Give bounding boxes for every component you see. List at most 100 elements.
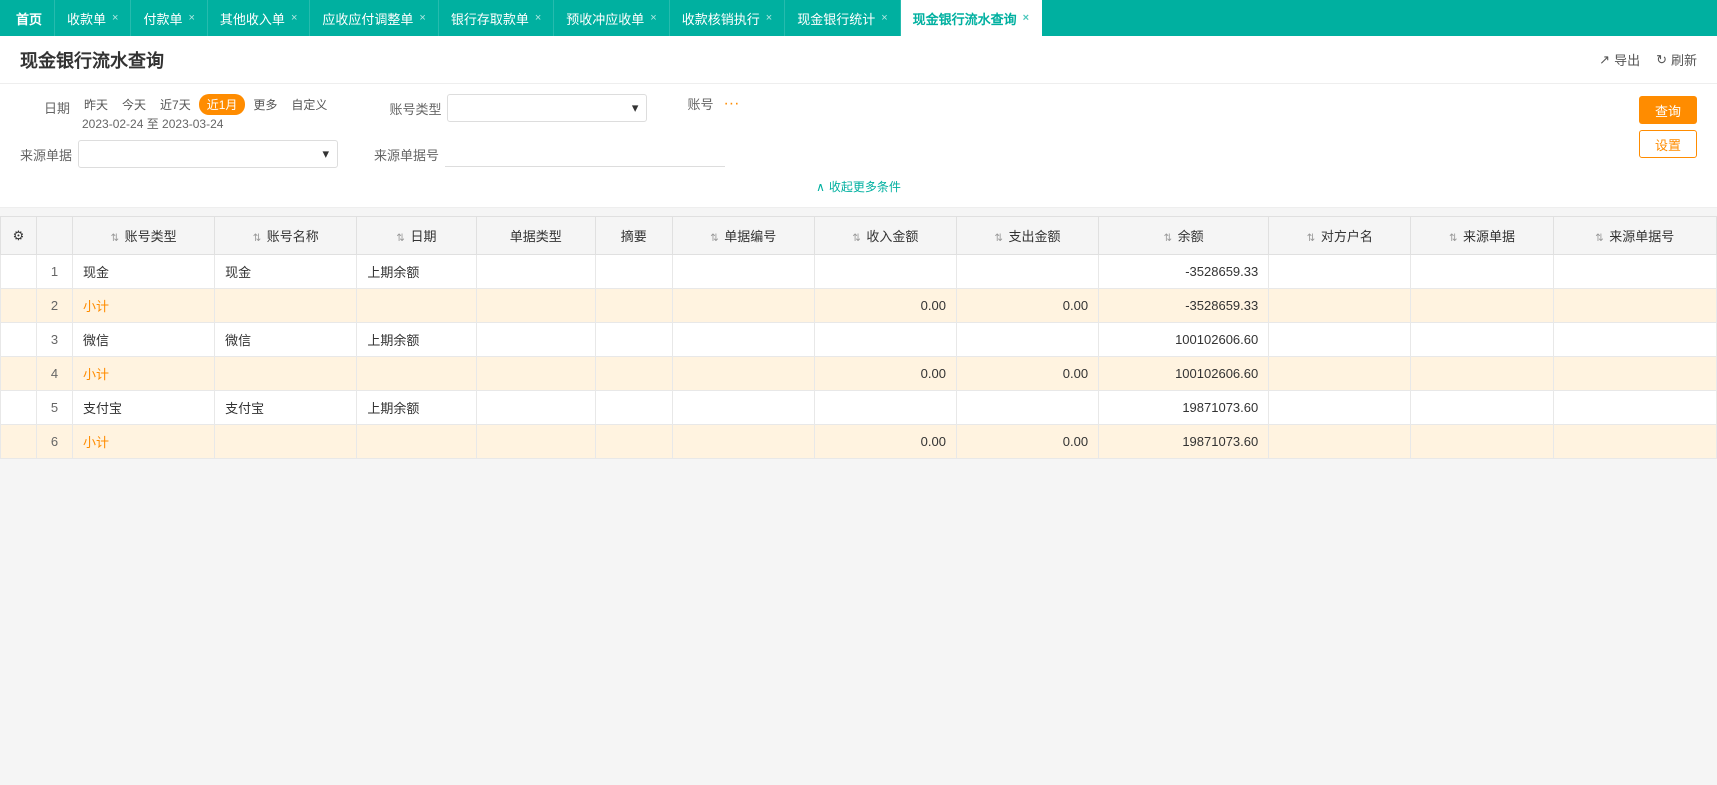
row-action-cell — [1, 255, 37, 289]
col-header-expense[interactable]: ⇅ 支出金额 — [956, 217, 1098, 255]
date-today[interactable]: 今天 — [116, 94, 152, 115]
table-row[interactable]: 5支付宝支付宝上期余额19871073.60 — [1, 391, 1717, 425]
nav-payment[interactable]: 付款单 × — [131, 0, 207, 36]
source-doc-no-cell — [1553, 255, 1716, 289]
balance-cell: 100102606.60 — [1099, 357, 1269, 391]
doc-no-cell — [672, 323, 814, 357]
row-num-cell: 3 — [37, 323, 73, 357]
nav-other-income[interactable]: 其他收入单 × — [208, 0, 310, 36]
source-doc-cell — [1411, 425, 1553, 459]
collapse-bar[interactable]: ∧ 收起更多条件 — [20, 174, 1697, 197]
query-button[interactable]: 查询 — [1639, 96, 1697, 124]
col-header-doc-no[interactable]: ⇅ 单据编号 — [672, 217, 814, 255]
doc-type-cell — [476, 357, 595, 391]
nav-home[interactable]: 首页 — [4, 0, 55, 36]
doc-no-cell — [672, 255, 814, 289]
account-type-cell: 小计 — [73, 289, 215, 323]
date-yesterday[interactable]: 昨天 — [78, 94, 114, 115]
table-row[interactable]: 6小计0.000.0019871073.60 — [1, 425, 1717, 459]
nav-writeoff[interactable]: 收款核销执行 × — [670, 0, 785, 36]
col-header-counterparty[interactable]: ⇅ 对方户名 — [1269, 217, 1411, 255]
settings-col-header[interactable]: ⚙ — [1, 217, 37, 255]
account-type-cell: 小计 — [73, 357, 215, 391]
account-type-cell: 支付宝 — [73, 391, 215, 425]
date-cell — [357, 425, 476, 459]
sort-icon: ⇅ — [1595, 233, 1603, 244]
col-header-source-doc[interactable]: ⇅ 来源单据 — [1411, 217, 1553, 255]
date-custom[interactable]: 自定义 — [285, 94, 333, 115]
page-header: 现金银行流水查询 ↗ 导出 ↻ 刷新 — [0, 36, 1717, 84]
date-7days[interactable]: 近7天 — [154, 94, 197, 115]
close-icon[interactable]: × — [881, 12, 887, 24]
close-icon[interactable]: × — [535, 12, 541, 24]
date-more[interactable]: 更多 — [247, 94, 283, 115]
nav-advance[interactable]: 预收冲应收单 × — [554, 0, 669, 36]
row-action-cell — [1, 357, 37, 391]
account-name-cell — [215, 425, 357, 459]
export-icon: ↗ — [1599, 52, 1610, 68]
income-cell — [814, 323, 956, 357]
summary-cell — [595, 425, 672, 459]
col-header-date[interactable]: ⇅ 日期 — [357, 217, 476, 255]
col-header-source-doc-no[interactable]: ⇅ 来源单据号 — [1553, 217, 1716, 255]
close-icon[interactable]: × — [766, 12, 772, 24]
close-icon[interactable]: × — [1023, 12, 1029, 24]
summary-cell — [595, 255, 672, 289]
table-row[interactable]: 1现金现金上期余额-3528659.33 — [1, 255, 1717, 289]
sort-icon: ⇅ — [995, 233, 1003, 244]
table-row[interactable]: 2小计0.000.00-3528659.33 — [1, 289, 1717, 323]
counterparty-cell — [1269, 289, 1411, 323]
col-header-account-name[interactable]: ⇅ 账号名称 — [215, 217, 357, 255]
account-name-cell — [215, 357, 357, 391]
close-icon[interactable]: × — [419, 12, 425, 24]
row-action-cell — [1, 323, 37, 357]
income-cell — [814, 391, 956, 425]
doc-type-cell — [476, 391, 595, 425]
source-doc-no-cell — [1553, 323, 1716, 357]
account-name-cell: 现金 — [215, 255, 357, 289]
close-icon[interactable]: × — [291, 12, 297, 24]
counterparty-cell — [1269, 357, 1411, 391]
account-name-cell: 微信 — [215, 323, 357, 357]
close-icon[interactable]: × — [650, 12, 656, 24]
close-icon[interactable]: × — [112, 12, 118, 24]
account-ellipsis-button[interactable]: ··· — [723, 95, 739, 113]
source-doc-cell — [1411, 255, 1553, 289]
source-doc-no-label: 来源单据号 — [374, 145, 439, 164]
close-icon[interactable]: × — [188, 12, 194, 24]
sort-icon: ⇅ — [1449, 233, 1457, 244]
source-doc-select[interactable]: ▾ — [78, 140, 338, 168]
source-doc-no-input[interactable] — [445, 141, 725, 167]
table-row[interactable]: 3微信微信上期余额100102606.60 — [1, 323, 1717, 357]
col-header-income[interactable]: ⇅ 收入金额 — [814, 217, 956, 255]
nav-bank-deposit[interactable]: 银行存取款单 × — [439, 0, 554, 36]
nav-cash-bank-stat[interactable]: 现金银行统计 × — [785, 0, 900, 36]
table-header-row: ⚙ ⇅ 账号类型 ⇅ 账号名称 ⇅ 日期 单据类型 — [1, 217, 1717, 255]
expense-cell: 0.00 — [956, 357, 1098, 391]
col-header-account-type[interactable]: ⇅ 账号类型 — [73, 217, 215, 255]
source-doc-no-cell — [1553, 289, 1716, 323]
refresh-button[interactable]: ↻ 刷新 — [1656, 50, 1697, 69]
doc-type-cell — [476, 255, 595, 289]
row-num-cell: 1 — [37, 255, 73, 289]
settings-button[interactable]: 设置 — [1639, 130, 1697, 158]
source-doc-label: 来源单据 — [20, 145, 72, 164]
nav-cash-bank-flow[interactable]: 现金银行流水查询 × — [901, 0, 1042, 36]
row-num-cell: 6 — [37, 425, 73, 459]
date-cell: 上期余额 — [357, 323, 476, 357]
refresh-icon: ↻ — [1656, 52, 1667, 68]
table-row[interactable]: 4小计0.000.00100102606.60 — [1, 357, 1717, 391]
row-num-cell: 5 — [37, 391, 73, 425]
counterparty-cell — [1269, 323, 1411, 357]
date-1month[interactable]: 近1月 — [199, 94, 246, 115]
nav-adjustment[interactable]: 应收应付调整单 × — [310, 0, 438, 36]
col-header-balance[interactable]: ⇅ 余额 — [1099, 217, 1269, 255]
account-type-select[interactable]: ▾ — [447, 94, 647, 122]
doc-no-cell — [672, 425, 814, 459]
date-label: 日期 — [20, 94, 70, 117]
export-button[interactable]: ↗ 导出 — [1599, 50, 1640, 69]
income-cell: 0.00 — [814, 289, 956, 323]
account-type-label: 账号类型 — [389, 99, 441, 118]
row-num-cell: 4 — [37, 357, 73, 391]
nav-receipt[interactable]: 收款单 × — [55, 0, 131, 36]
